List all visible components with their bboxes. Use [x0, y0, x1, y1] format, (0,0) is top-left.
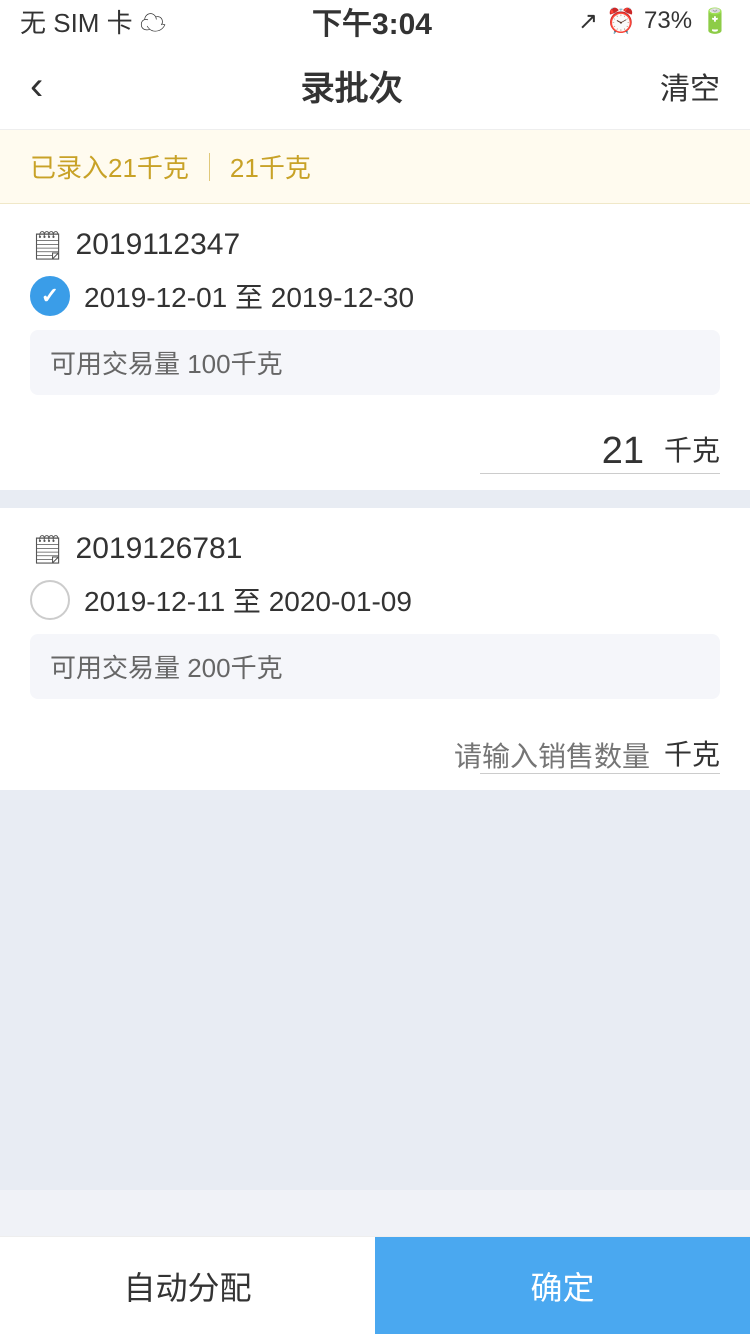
quantity-underline-2	[0, 773, 750, 790]
radio-1[interactable]	[30, 276, 70, 316]
card-divider	[0, 490, 750, 508]
quantity-unit-2: 千克	[664, 733, 720, 773]
alarm-icon: ⏰	[606, 7, 636, 36]
quantity-input-2[interactable]	[30, 741, 650, 773]
quantity-underline-1	[0, 473, 750, 490]
summary-amount: 21千克	[230, 148, 311, 185]
summary-label: 已录入21千克	[30, 148, 189, 185]
batch-id-1: 2019112347	[76, 228, 241, 262]
batch-date-row-2[interactable]: 2019-12-11 至 2020-01-09	[30, 580, 720, 620]
quantity-unit-1: 千克	[664, 429, 720, 473]
quantity-value-area: 21 千克	[0, 419, 750, 473]
clear-button[interactable]: 清空	[660, 64, 720, 108]
batch-icon-1: 🗒	[30, 229, 66, 262]
status-left: 无 SIM 卡 ☁	[20, 3, 166, 40]
status-bar: 无 SIM 卡 ☁ 下午3:04 ↗ ⏰ 73% 🔋	[0, 0, 750, 42]
back-button[interactable]: ‹	[30, 66, 43, 106]
summary-banner: 已录入21千克 21千克	[0, 130, 750, 204]
sim-status: 无 SIM 卡 ☁	[20, 3, 166, 40]
batch-date-1: 2019-12-01 至 2019-12-30	[84, 276, 414, 316]
location-icon: ↗	[578, 7, 598, 36]
batch-card-1: 🗒 2019112347 2019-12-01 至 2019-12-30 可用交…	[0, 204, 750, 490]
status-time: 下午3:04	[312, 0, 432, 43]
bottom-bar: 自动分配 确定	[0, 1236, 750, 1334]
batch-date-row-1[interactable]: 2019-12-01 至 2019-12-30	[30, 276, 720, 316]
summary-divider	[209, 153, 210, 181]
auto-distribute-button[interactable]: 自动分配	[0, 1237, 375, 1334]
nav-bar: ‹ 录批次 清空	[0, 42, 750, 130]
radio-2[interactable]	[30, 580, 70, 620]
quantity-input-area-2[interactable]: 千克	[0, 723, 750, 773]
batch-card-2: 🗒 2019126781 2019-12-11 至 2020-01-09 可用交…	[0, 508, 750, 790]
battery-text: 73%	[644, 7, 692, 35]
batch-id-2: 2019126781	[76, 532, 243, 566]
page-title: 录批次	[301, 61, 403, 110]
avail-box-2: 可用交易量 200千克	[30, 634, 720, 699]
batch-date-2: 2019-12-11 至 2020-01-09	[84, 580, 412, 620]
gray-area	[0, 790, 750, 1190]
quantity-number-1: 21	[602, 430, 644, 473]
status-right: ↗ ⏰ 73% 🔋	[578, 7, 730, 36]
confirm-button[interactable]: 确定	[375, 1237, 750, 1334]
batch-icon-2: 🗒	[30, 533, 66, 566]
batch-id-row-2: 🗒 2019126781	[30, 532, 720, 566]
avail-box-1: 可用交易量 100千克	[30, 330, 720, 395]
battery-icon: 🔋	[700, 7, 730, 36]
batch-id-row-1: 🗒 2019112347	[30, 228, 720, 262]
